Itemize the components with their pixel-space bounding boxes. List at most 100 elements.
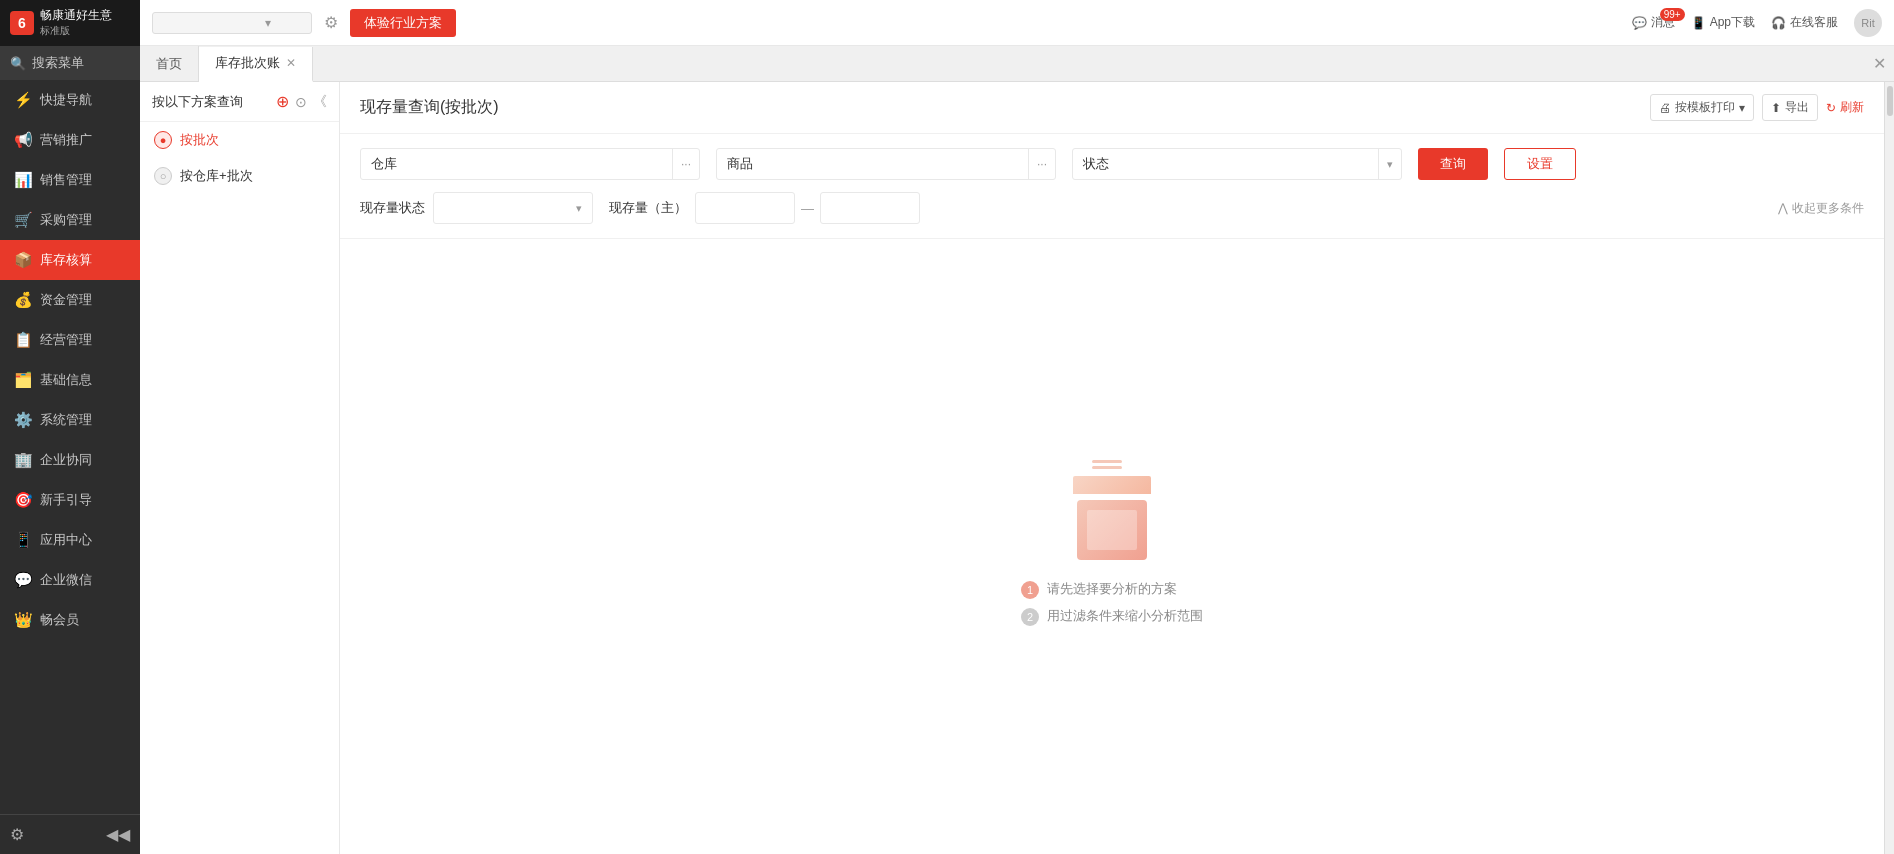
tab-home[interactable]: 首页 (140, 46, 199, 81)
panel-header-actions: ⊕ ⊙ 《 (276, 92, 327, 111)
tab-close-icon[interactable]: ✕ (286, 56, 296, 70)
empty-box (1077, 500, 1147, 560)
panel-collapse-icon[interactable]: 《 (313, 93, 327, 111)
content-area: 按以下方案查询 ⊕ ⊙ 《 ● 按批次 ○ 按仓库+批次 现存量查询(按批次) (140, 82, 1894, 854)
sidebar-item-quick-nav[interactable]: ⚡ 快捷导航 (0, 80, 140, 120)
right-scrollbar[interactable] (1884, 82, 1894, 854)
app-download-btn[interactable]: 📱 App下载 (1691, 14, 1755, 31)
user-name: Rit (1861, 17, 1874, 29)
panel-header: 按以下方案查询 ⊕ ⊙ 《 (140, 82, 339, 122)
panel-setting-icon[interactable]: ⊙ (295, 94, 307, 110)
step-2-num: 2 (1021, 608, 1039, 626)
main-area: ▾ ⚙ 体验行业方案 💬 消息 99+ 📱 App下载 🎧 在线客服 Rit (140, 0, 1894, 854)
empty-decoration-lines (1092, 460, 1122, 469)
online-service-label: 在线客服 (1790, 14, 1838, 31)
sales-icon: 📊 (14, 171, 32, 189)
warehouse-more-btn[interactable]: ··· (672, 149, 699, 179)
sidebar-search[interactable]: 🔍 搜索菜单 (0, 46, 140, 80)
close-panel-btn[interactable]: ✕ (1873, 54, 1886, 73)
plan-batch-icon: ● (154, 131, 172, 149)
product-more-btn[interactable]: ··· (1028, 149, 1055, 179)
inventory-status-field: 现存量状态 ▾ (360, 192, 593, 224)
experience-btn[interactable]: 体验行业方案 (350, 9, 456, 37)
sidebar-item-enterprise-wechat[interactable]: 💬 企业微信 (0, 560, 140, 600)
empty-state: 1 请先选择要分析的方案 2 用过滤条件来缩小分析范围 (340, 239, 1884, 854)
export-icon: ⬆ (1771, 101, 1781, 115)
finance-icon: 💰 (14, 291, 32, 309)
topbar-right: 💬 消息 99+ 📱 App下载 🎧 在线客服 Rit (1632, 9, 1882, 37)
plan-item-warehouse-batch[interactable]: ○ 按仓库+批次 (140, 158, 339, 194)
inventory-status-select[interactable]: ▾ (433, 192, 593, 224)
marketing-icon: 📢 (14, 131, 32, 149)
sidebar-item-member[interactable]: 👑 畅会员 (0, 600, 140, 640)
topbar-search-area[interactable]: ▾ (152, 12, 312, 34)
settings-gear-icon[interactable]: ⚙ (10, 825, 24, 844)
status-input[interactable] (1119, 149, 1378, 179)
sidebar-footer: ⚙ ◀◀ (0, 814, 140, 854)
sidebar-item-finance[interactable]: 💰 资金管理 (0, 280, 140, 320)
sidebar-item-sales[interactable]: 📊 销售管理 (0, 160, 140, 200)
sidebar-item-label: 经营管理 (40, 331, 92, 349)
page-header: 现存量查询(按批次) 🖨 按模板打印 ▾ ⬆ 导出 ↻ 刷新 (340, 82, 1884, 134)
collapse-sidebar-icon[interactable]: ◀◀ (106, 825, 130, 844)
query-btn[interactable]: 查询 (1418, 148, 1488, 180)
plan-warehouse-batch-label: 按仓库+批次 (180, 167, 253, 185)
status-label: 状态 (1073, 155, 1119, 173)
sidebar-item-system[interactable]: ⚙️ 系统管理 (0, 400, 140, 440)
product-label: 商品 (717, 155, 763, 173)
sidebar-item-inventory[interactable]: 📦 库存核算 (0, 240, 140, 280)
sidebar-item-label: 应用中心 (40, 531, 92, 549)
basic-info-icon: 🗂️ (14, 371, 32, 389)
print-btn[interactable]: 🖨 按模板打印 ▾ (1650, 94, 1754, 121)
sidebar-item-purchase[interactable]: 🛒 采购管理 (0, 200, 140, 240)
quantity-to-input[interactable] (820, 192, 920, 224)
sidebar-item-basic-info[interactable]: 🗂️ 基础信息 (0, 360, 140, 400)
sidebar-item-label: 采购管理 (40, 211, 92, 229)
sidebar-item-newbie[interactable]: 🎯 新手引导 (0, 480, 140, 520)
sidebar-item-app-center[interactable]: 📱 应用中心 (0, 520, 140, 560)
quantity-from-input[interactable] (695, 192, 795, 224)
enterprise-icon: 🏢 (14, 451, 32, 469)
topbar: ▾ ⚙ 体验行业方案 💬 消息 99+ 📱 App下载 🎧 在线客服 Rit (140, 0, 1894, 46)
empty-illustration (1062, 460, 1162, 560)
print-label: 按模板打印 (1675, 99, 1735, 116)
collapse-icon: ⋀ (1778, 201, 1788, 215)
sidebar-item-label: 资金管理 (40, 291, 92, 309)
status-dropdown-arrow[interactable]: ▾ (1378, 149, 1401, 179)
page-actions: 🖨 按模板打印 ▾ ⬆ 导出 ↻ 刷新 (1650, 94, 1864, 121)
search-label: 搜索菜单 (32, 54, 84, 72)
sidebar-item-label: 快捷导航 (40, 91, 92, 109)
step-1-num: 1 (1021, 581, 1039, 599)
member-icon: 👑 (14, 611, 32, 629)
print-dropdown-arrow[interactable]: ▾ (1739, 101, 1745, 115)
plan-item-batch[interactable]: ● 按批次 (140, 122, 339, 158)
operations-icon: 📋 (14, 331, 32, 349)
online-service-btn[interactable]: 🎧 在线客服 (1771, 14, 1838, 31)
sidebar-item-operations[interactable]: 📋 经营管理 (0, 320, 140, 360)
panel-add-btn[interactable]: ⊕ (276, 92, 289, 111)
step-2-text: 用过滤条件来缩小分析范围 (1047, 607, 1203, 625)
warehouse-input[interactable] (407, 149, 672, 179)
app-name: 畅康通好生意 (40, 8, 112, 24)
filter-settings-btn[interactable]: 设置 (1504, 148, 1576, 180)
topbar-search-input[interactable] (161, 16, 261, 30)
collapse-filter-btn[interactable]: ⋀ 收起更多条件 (1778, 200, 1864, 217)
sidebar: 6 畅康通好生意 标准版 🔍 搜索菜单 ⚡ 快捷导航 📢 营销推广 📊 销售管理… (0, 0, 140, 854)
refresh-icon: ↻ (1826, 101, 1836, 115)
product-input[interactable] (763, 149, 1028, 179)
page-title: 现存量查询(按批次) (360, 97, 499, 118)
topbar-gear-icon[interactable]: ⚙ (324, 13, 338, 32)
inventory-icon: 📦 (14, 251, 32, 269)
tab-inventory-batch[interactable]: 库存批次账 ✕ (199, 47, 313, 82)
messages-btn[interactable]: 💬 消息 99+ (1632, 14, 1675, 31)
sidebar-item-label: 系统管理 (40, 411, 92, 429)
left-panel: 按以下方案查询 ⊕ ⊙ 《 ● 按批次 ○ 按仓库+批次 (140, 82, 340, 854)
topbar-dropdown-arrow[interactable]: ▾ (265, 16, 271, 30)
print-icon: 🖨 (1659, 101, 1671, 115)
sidebar-item-enterprise[interactable]: 🏢 企业协同 (0, 440, 140, 480)
sidebar-item-label: 销售管理 (40, 171, 92, 189)
export-btn[interactable]: ⬆ 导出 (1762, 94, 1818, 121)
user-avatar-btn[interactable]: Rit (1854, 9, 1882, 37)
refresh-btn[interactable]: ↻ 刷新 (1826, 99, 1864, 116)
sidebar-item-marketing[interactable]: 📢 营销推广 (0, 120, 140, 160)
